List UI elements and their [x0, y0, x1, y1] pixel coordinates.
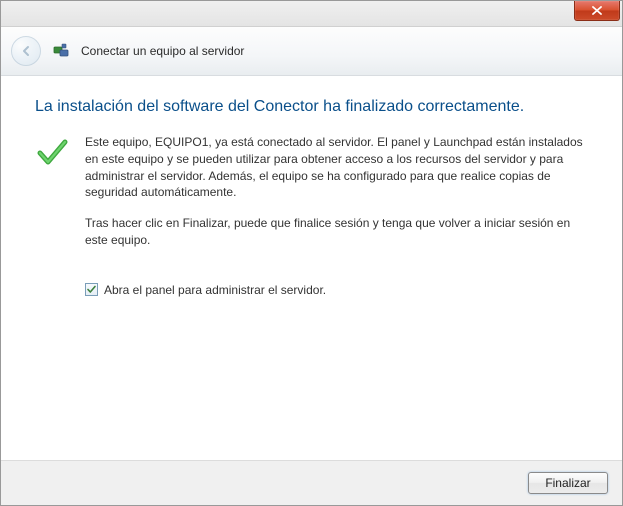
page-heading: La instalación del software del Conector…: [35, 98, 588, 116]
paragraph-2: Tras hacer clic en Finalizar, puede que …: [85, 215, 588, 249]
wizard-footer: Finalizar: [1, 460, 622, 505]
paragraph-1: Este equipo, EQUIPO1, ya está conectado …: [85, 134, 588, 201]
finish-button[interactable]: Finalizar: [528, 472, 608, 494]
checkmark-icon: [86, 284, 97, 295]
titlebar: [1, 1, 622, 27]
connector-icon: [51, 41, 71, 61]
back-button[interactable]: [11, 36, 41, 66]
body-text: Este equipo, EQUIPO1, ya está conectado …: [85, 134, 588, 263]
close-button[interactable]: [574, 1, 620, 21]
open-dashboard-checkbox[interactable]: [85, 283, 98, 296]
back-arrow-icon: [19, 44, 33, 58]
close-icon: [592, 6, 602, 15]
success-check-icon: [35, 136, 69, 170]
header-title: Conectar un equipo al servidor: [81, 44, 244, 58]
wizard-header: Conectar un equipo al servidor: [1, 27, 622, 76]
content-area: La instalación del software del Conector…: [1, 76, 622, 297]
checkbox-label: Abra el panel para administrar el servid…: [104, 283, 326, 297]
